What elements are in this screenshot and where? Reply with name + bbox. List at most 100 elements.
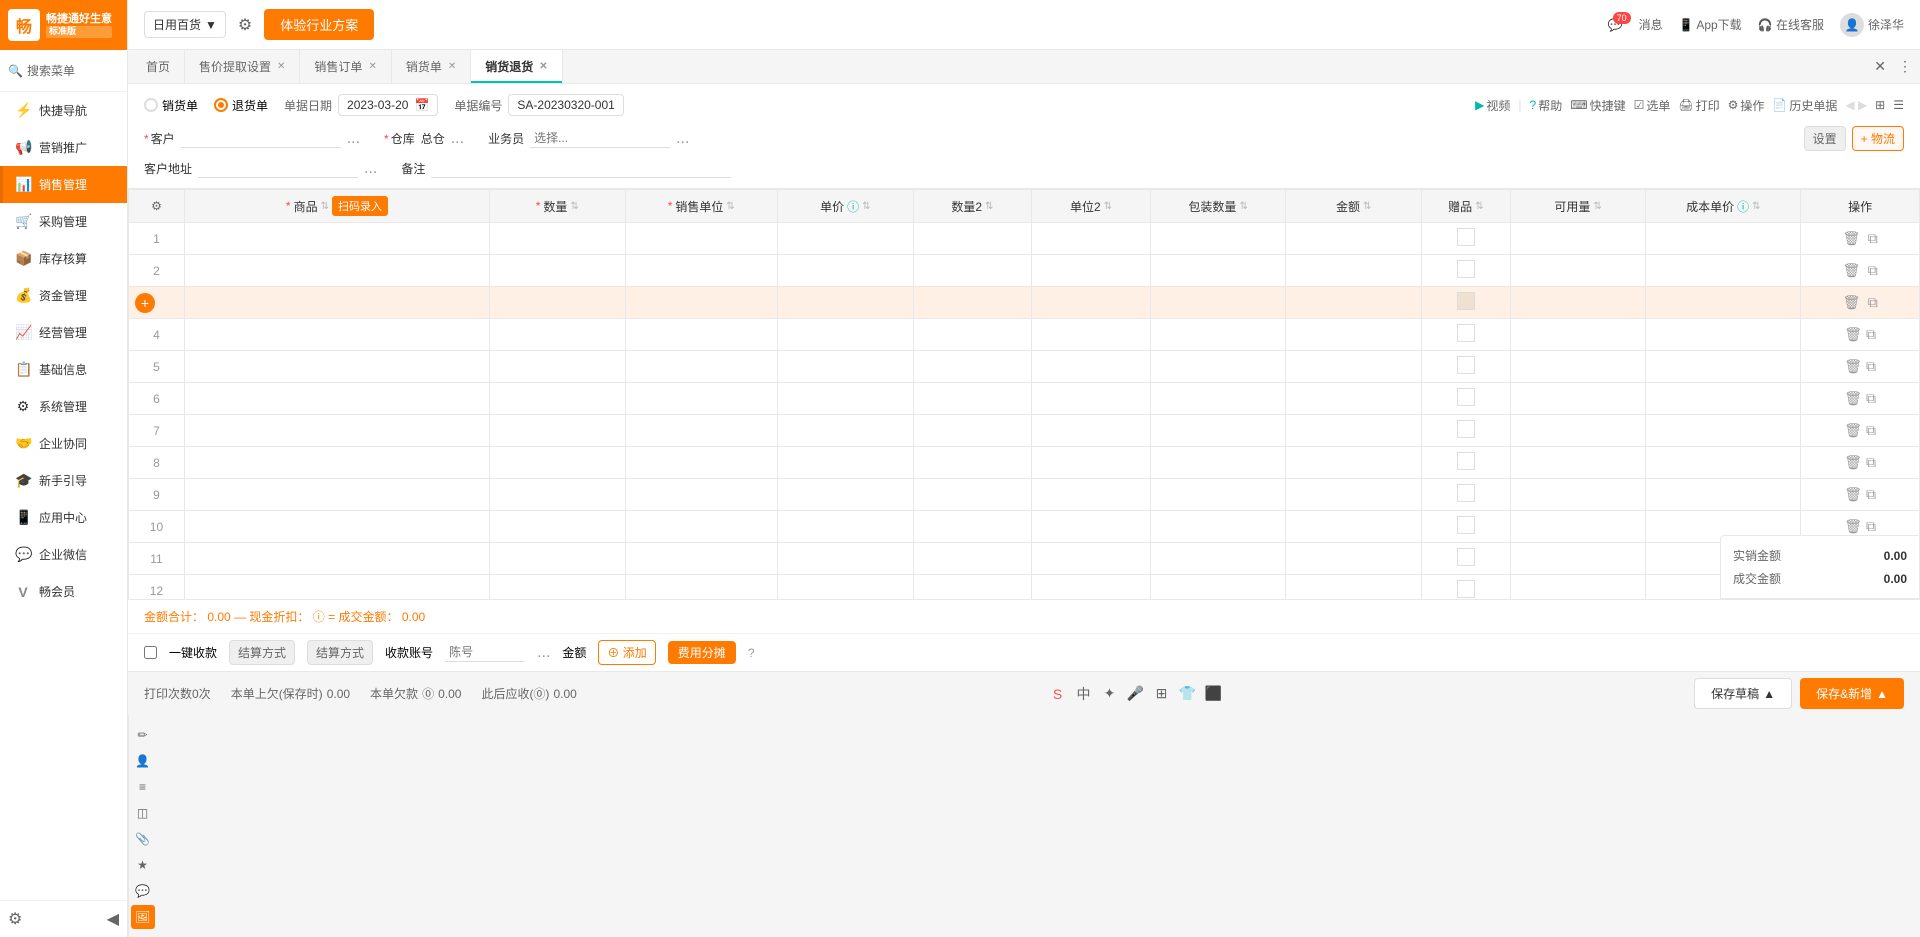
row-unit2[interactable] (1032, 287, 1151, 319)
sidebar-item-basic[interactable]: 📋 基础信息 (0, 351, 127, 388)
settings-button[interactable]: 设置 (1804, 126, 1846, 151)
business-type-select[interactable]: 日用百货 ▼ (144, 11, 226, 38)
sidebar-item-purchase[interactable]: 🛒 采购管理 (0, 203, 127, 240)
sidebar-item-inventory[interactable]: 📦 库存核算 (0, 240, 127, 277)
gift-checkbox[interactable] (1457, 356, 1475, 374)
copy-row-icon[interactable]: ⧉ (1866, 518, 1876, 534)
topbar-gear-icon[interactable]: ⚙ (238, 15, 252, 35)
copy-row-icon[interactable]: ⧉ (1866, 422, 1876, 438)
right-panel-list-icon[interactable]: ≡ (131, 775, 155, 799)
add-row-button[interactable]: + (135, 293, 155, 313)
video-link[interactable]: ▶ 视频 (1475, 97, 1510, 114)
app-download-link[interactable]: 📱 App下载 (1679, 16, 1742, 33)
tab-close-price[interactable]: ✕ (277, 61, 285, 72)
add-button[interactable]: ⊕ 添加 (598, 640, 655, 665)
sidebar-item-guide[interactable]: 🎓 新手引导 (0, 462, 127, 499)
one-key-payment-checkbox[interactable] (144, 646, 157, 659)
row-product-input[interactable] (184, 287, 489, 319)
row-amount[interactable] (1286, 287, 1422, 319)
sidebar-item-marketing[interactable]: 📢 营销推广 (0, 129, 127, 166)
row-quantity[interactable] (489, 287, 625, 319)
copy-row-icon[interactable]: ⧉ (1866, 454, 1876, 470)
view-toggle-grid[interactable]: ⊞ (1875, 98, 1885, 112)
gift-checkbox[interactable] (1457, 548, 1475, 566)
tab-sales-delivery[interactable]: 销货单 ✕ (392, 50, 471, 83)
gift-checkbox[interactable] (1457, 228, 1475, 246)
row-qty2[interactable] (913, 223, 1032, 255)
delete-row-icon[interactable]: 🗑 (1844, 390, 1862, 406)
delete-row-icon[interactable]: 🗑 (1844, 422, 1862, 438)
payment-method-button[interactable]: 结算方式 (229, 640, 295, 665)
row-sales-unit[interactable] (625, 223, 778, 255)
gift-checkbox[interactable] (1457, 420, 1475, 438)
sidebar-item-corp[interactable]: 🤝 企业协同 (0, 425, 127, 462)
delete-row-icon[interactable]: 🗑 (1843, 262, 1861, 278)
copy-row-icon[interactable]: ⧉ (1868, 262, 1878, 278)
right-panel-attach-icon[interactable]: 📎 (131, 827, 155, 851)
row-pack-qty[interactable] (1150, 223, 1286, 255)
gift-checkbox[interactable] (1457, 516, 1475, 534)
sidebar-item-ops[interactable]: 📈 经营管理 (0, 314, 127, 351)
address-dots[interactable]: ... (364, 160, 377, 178)
unit2-sort-icon[interactable]: ⇅ (1104, 201, 1112, 212)
user-profile[interactable]: 👤 徐泽华 (1840, 13, 1904, 37)
delete-row-icon[interactable]: 🗑 (1844, 454, 1862, 470)
row-available[interactable] (1510, 287, 1646, 319)
tab-close-sales-return[interactable]: ✕ (539, 61, 547, 72)
gift-checkbox[interactable] (1457, 484, 1475, 502)
gift-checkbox[interactable] (1457, 260, 1475, 278)
help-link[interactable]: ? 帮助 (1530, 97, 1563, 114)
right-panel-layout-icon[interactable]: ◫ (131, 801, 155, 825)
tool5-icon[interactable]: 👕 (1176, 683, 1198, 705)
row-qty2[interactable] (913, 287, 1032, 319)
row-product[interactable] (184, 223, 489, 255)
fee-split-help-icon[interactable]: ? (748, 646, 755, 660)
customer-dots[interactable]: ... (347, 130, 360, 148)
row-unit-price[interactable] (778, 223, 914, 255)
row-quantity[interactable] (489, 255, 625, 287)
row-available[interactable] (1510, 223, 1646, 255)
row-cost-price[interactable] (1646, 287, 1801, 319)
row-unit2[interactable] (1032, 223, 1151, 255)
calc-method-button[interactable]: 结算方式 (307, 640, 373, 665)
settings-icon[interactable]: ⚙ (8, 909, 22, 929)
date-input[interactable]: 2023-03-20 📅 (338, 94, 438, 116)
row-available[interactable] (1510, 255, 1646, 287)
online-service-link[interactable]: 🎧 在线客服 (1758, 16, 1824, 33)
tool3-icon[interactable]: 🎤 (1124, 683, 1146, 705)
delete-row-icon[interactable]: 🗑 (1843, 294, 1861, 310)
tab-price-extract[interactable]: 售价提取设置 ✕ (185, 50, 300, 83)
copy-row-icon[interactable]: ⧉ (1866, 390, 1876, 406)
history-link[interactable]: 📄 历史单据 (1772, 97, 1837, 114)
gift-sort-icon[interactable]: ⇅ (1475, 201, 1483, 212)
tab-close-all-icon[interactable]: ✕ (1870, 56, 1890, 77)
price-sort-icon[interactable]: ⇅ (862, 201, 870, 212)
account-input[interactable] (445, 643, 525, 662)
row-unit-price[interactable] (778, 255, 914, 287)
copy-row-icon[interactable]: ⧉ (1868, 294, 1878, 310)
tab-home[interactable]: 首页 (132, 50, 185, 83)
discount-info-icon[interactable]: ⓘ (313, 610, 325, 624)
pack-sort-icon[interactable]: ⇅ (1239, 201, 1247, 212)
salesperson-dots[interactable]: ... (676, 130, 689, 148)
tab-menu-icon[interactable]: ⋮ (1894, 56, 1916, 77)
salesperson-input[interactable] (530, 129, 670, 148)
row-pack-qty[interactable] (1150, 287, 1286, 319)
row-unit-price[interactable] (778, 287, 914, 319)
customer-input[interactable] (181, 129, 341, 148)
row-gift[interactable] (1421, 255, 1510, 287)
collapse-icon[interactable]: ◀ (107, 909, 119, 929)
tab-sales-order[interactable]: 销售订单 ✕ (300, 50, 391, 83)
gear-icon[interactable]: ⚙ (151, 199, 162, 213)
delete-row-icon[interactable]: 🗑 (1844, 358, 1862, 374)
note-input[interactable] (431, 159, 731, 178)
scan-enter-button[interactable]: 扫码录入 (332, 196, 388, 216)
sidebar-item-quick-nav[interactable]: ⚡ 快捷导航 (0, 92, 127, 129)
tab-sales-return[interactable]: 销货退货 ✕ (471, 50, 562, 83)
tool2-icon[interactable]: ✦ (1098, 683, 1120, 705)
serial-input[interactable]: SA-20230320-001 (508, 94, 623, 116)
warehouse-dots[interactable]: ... (451, 130, 464, 148)
sales-unit-sort-icon[interactable]: ⇅ (726, 201, 734, 212)
copy-row-icon[interactable]: ⧉ (1866, 326, 1876, 342)
shortcut-link[interactable]: ⌨ 快捷键 (1570, 97, 1625, 114)
